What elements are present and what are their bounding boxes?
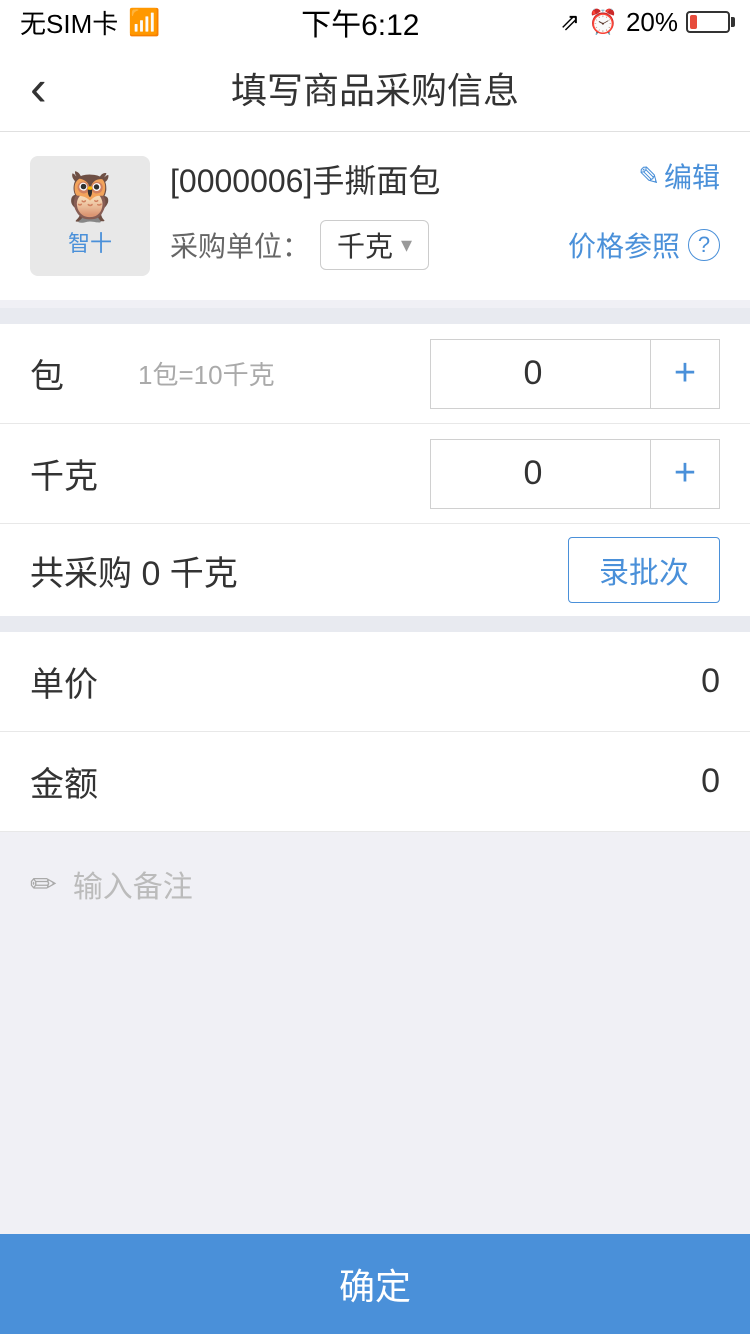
- section-divider-1: [0, 308, 750, 324]
- pack-quantity-input[interactable]: [430, 339, 650, 409]
- notes-row[interactable]: ✏ 输入备注: [0, 832, 750, 936]
- price-ref-button[interactable]: 价格参照 ?: [568, 225, 720, 265]
- status-right: ⇗ ⏰ 20%: [560, 7, 730, 38]
- unit-selector[interactable]: 采购单位： 千克 ▾: [170, 220, 429, 270]
- unit-value: 千克: [337, 225, 393, 265]
- status-time: 下午6:12: [301, 0, 419, 44]
- carrier-label: 无SIM卡: [20, 4, 118, 41]
- product-thumbnail-icon: 🦉: [60, 174, 120, 222]
- battery-icon: [686, 11, 730, 33]
- battery-fill: [690, 15, 697, 29]
- input-section: 包 1包=10千克 + 千克 +: [0, 324, 750, 524]
- product-unit-row: 采购单位： 千克 ▾ 价格参照 ?: [170, 220, 720, 270]
- location-icon: ⇗: [560, 8, 580, 37]
- amount-value: 0: [701, 762, 720, 801]
- product-name: [0000006]手撕面包: [170, 156, 440, 202]
- kg-plus-button[interactable]: +: [650, 439, 720, 509]
- page-title: 填写商品采购信息: [231, 62, 519, 114]
- amount-row: 金额 0: [0, 732, 750, 832]
- pack-plus-button[interactable]: +: [650, 339, 720, 409]
- product-thumbnail: 🦉 智十: [30, 156, 150, 276]
- info-icon: ?: [688, 229, 720, 261]
- confirm-button[interactable]: 确定: [0, 1234, 750, 1334]
- unit-price-label: 单价: [30, 657, 98, 706]
- pack-sublabel: 1包=10千克: [138, 355, 275, 392]
- pack-plus-icon: +: [674, 352, 696, 395]
- product-header: [0000006]手撕面包 ✎ 编辑: [170, 156, 720, 202]
- unit-price-row: 单价 0: [0, 632, 750, 732]
- nav-bar: ‹ 填写商品采购信息: [0, 44, 750, 132]
- info-section: 单价 0 金额 0: [0, 624, 750, 832]
- batch-button[interactable]: 录批次: [568, 537, 720, 603]
- pack-input-row: 包 1包=10千克 +: [0, 324, 750, 424]
- pack-label: 包: [30, 349, 130, 398]
- edit-label: 编辑: [664, 156, 720, 196]
- battery-percent: 20%: [626, 7, 678, 38]
- pencil-icon: ✏: [30, 865, 57, 903]
- edit-icon: ✎: [638, 161, 660, 192]
- summary-row: 共采购 0 千克 录批次: [0, 524, 750, 624]
- kg-label: 千克: [30, 449, 130, 498]
- status-bar: 无SIM卡 📶 下午6:12 ⇗ ⏰ 20%: [0, 0, 750, 44]
- wifi-icon: 📶: [128, 7, 160, 38]
- edit-button[interactable]: ✎ 编辑: [638, 156, 720, 196]
- chevron-down-icon: ▾: [401, 232, 412, 258]
- kg-plus-icon: +: [674, 452, 696, 495]
- notes-placeholder: 输入备注: [73, 862, 193, 906]
- alarm-icon: ⏰: [588, 8, 618, 37]
- product-thumbnail-text: 智十: [68, 226, 112, 258]
- kg-quantity-input[interactable]: [430, 439, 650, 509]
- summary-text: 共采购 0 千克: [30, 546, 238, 595]
- price-ref-label: 价格参照: [568, 225, 680, 265]
- bottom-space: [0, 936, 750, 1236]
- product-info: [0000006]手撕面包 ✎ 编辑 采购单位： 千克 ▾ 价格参照 ?: [170, 156, 720, 270]
- pack-quantity-control: +: [430, 339, 720, 409]
- product-card: 🦉 智十 [0000006]手撕面包 ✎ 编辑 采购单位： 千克 ▾ 价格参照 …: [0, 132, 750, 308]
- unit-label: 采购单位：: [170, 225, 310, 265]
- kg-input-row: 千克 +: [0, 424, 750, 524]
- kg-quantity-control: +: [430, 439, 720, 509]
- back-button[interactable]: ‹: [30, 59, 47, 117]
- status-left: 无SIM卡 📶: [20, 4, 161, 41]
- unit-select[interactable]: 千克 ▾: [320, 220, 429, 270]
- amount-label: 金额: [30, 757, 98, 806]
- unit-price-value: 0: [701, 662, 720, 701]
